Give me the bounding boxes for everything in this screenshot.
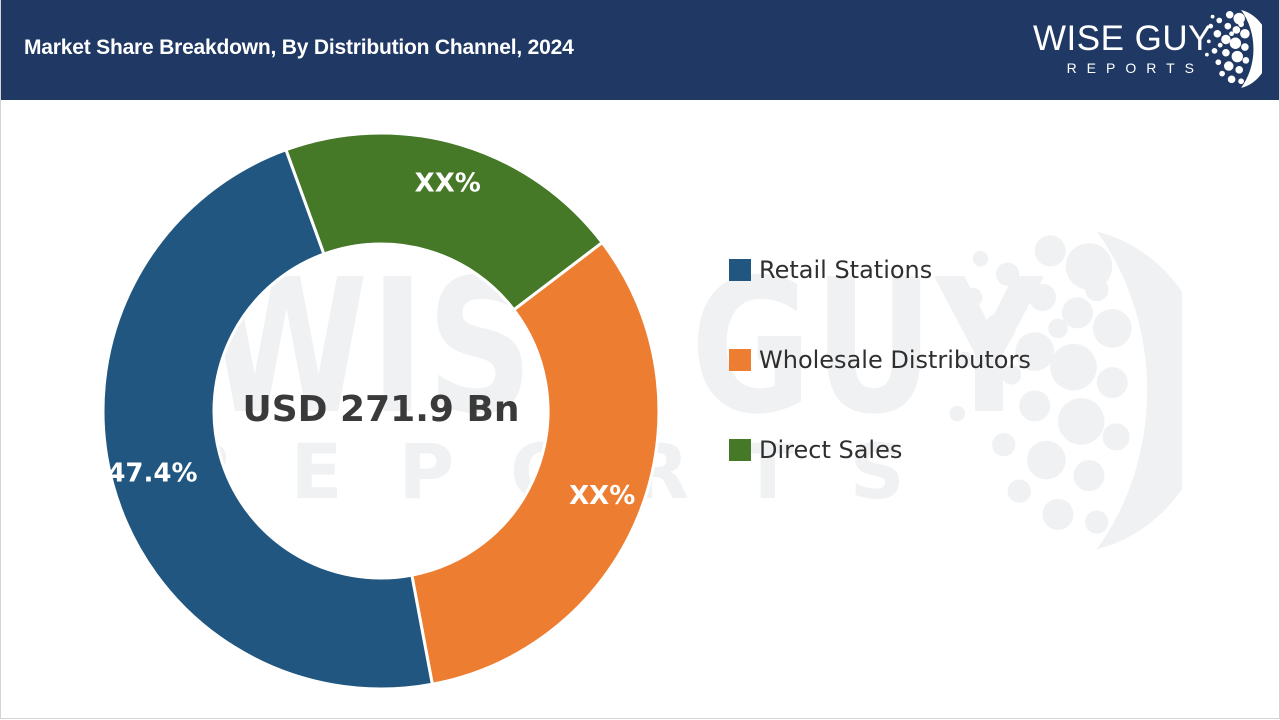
page-title: Market Share Breakdown, By Distribution … (24, 36, 574, 59)
legend-label: Wholesale Distributors (759, 346, 1031, 374)
legend-item-retail-stations: Retail Stations (729, 256, 1031, 284)
legend-swatch (729, 439, 751, 461)
legend-swatch (729, 349, 751, 371)
chart-center-value: USD 271.9 Bn (242, 388, 520, 430)
logo-reports-text: REPORTS (1066, 59, 1204, 76)
logo-head-icon (1205, 10, 1262, 88)
segment-label: XX% (569, 481, 635, 511)
legend-label: Direct Sales (759, 436, 903, 464)
segment-label: 47.4% (107, 459, 197, 489)
donut-segment-wholesale-distributors (410, 240, 661, 686)
donut-chart: XX% XX% 47.4% (101, 131, 661, 691)
infographic-canvas: WISE GUY REPORTS XX% XX% 47.4% USD 271.9 B… (0, 0, 1280, 720)
header-bar: Market Share Breakdown, By Distribution … (0, 0, 1280, 100)
wise-guy-reports-logo: WISE GUY REPORTS (1033, 5, 1262, 91)
chart-legend: Retail Stations Wholesale Distributors D… (729, 256, 1031, 528)
legend-item-direct-sales: Direct Sales (729, 436, 1031, 464)
segment-label: XX% (415, 169, 481, 199)
legend-item-wholesale-distributors: Wholesale Distributors (729, 346, 1031, 374)
legend-swatch (729, 259, 751, 281)
legend-label: Retail Stations (759, 256, 933, 284)
